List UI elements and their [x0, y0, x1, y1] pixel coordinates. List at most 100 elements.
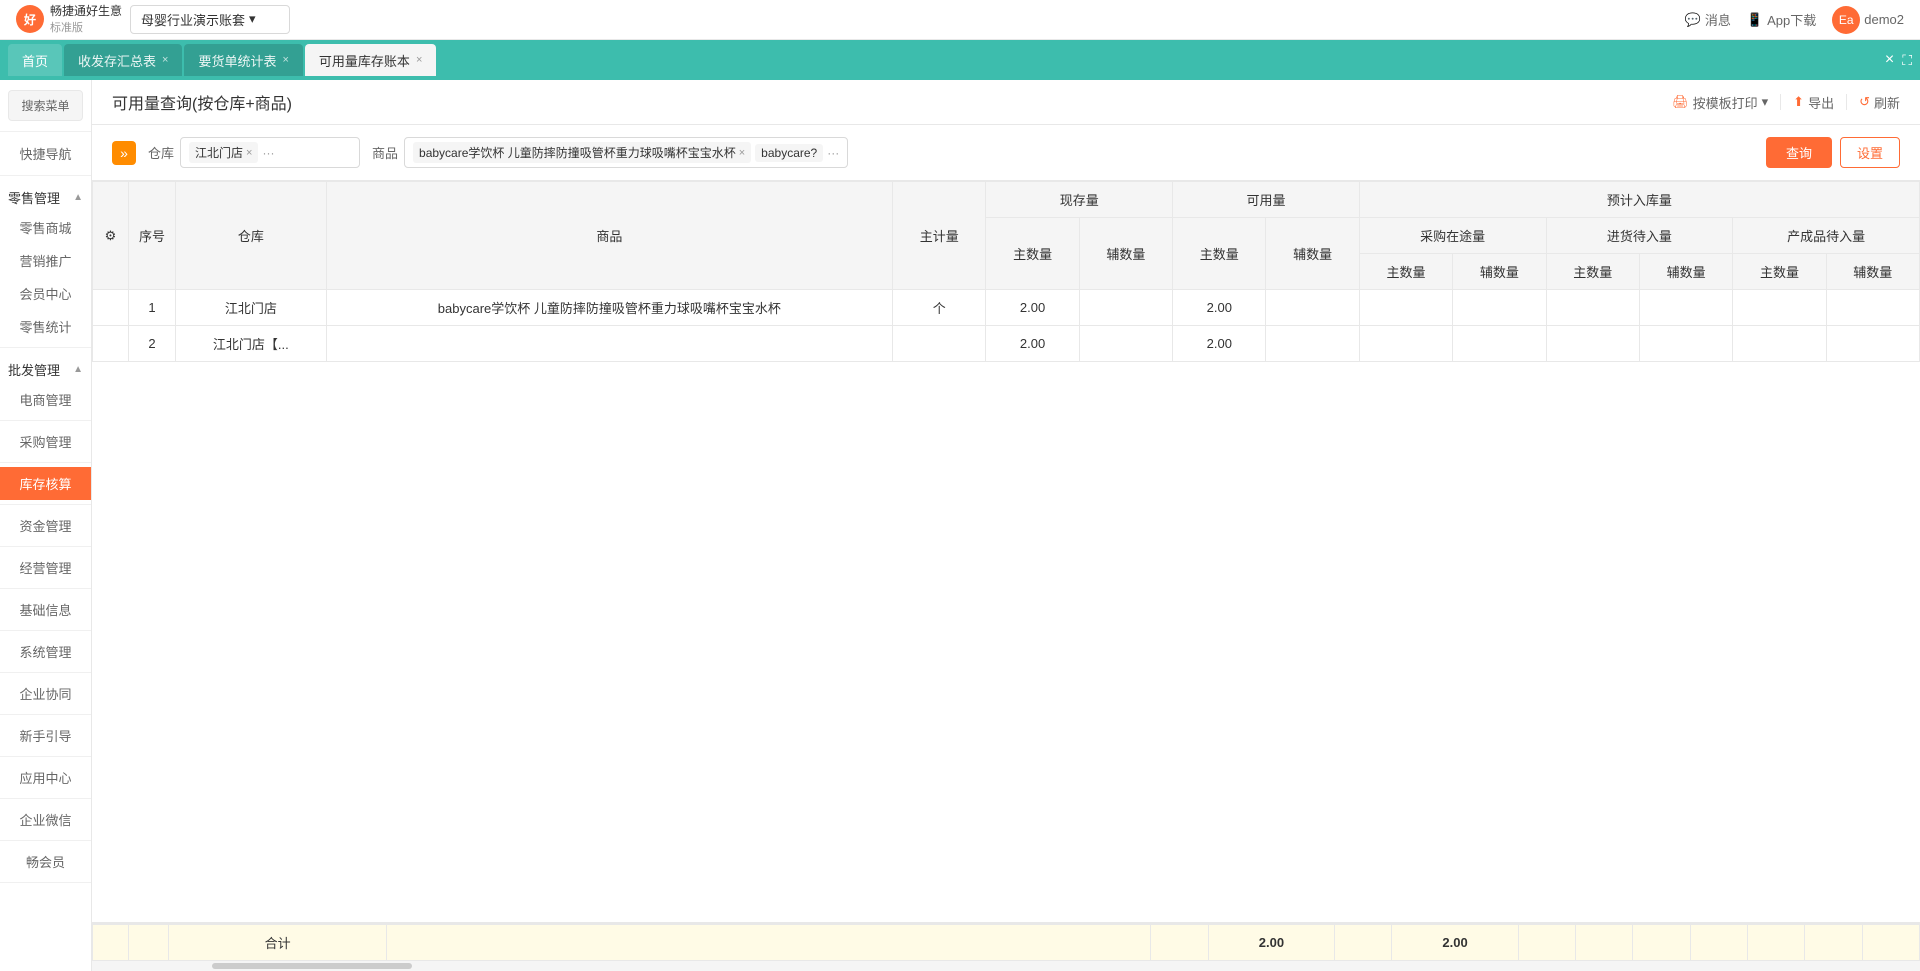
cell-available-main: 2.00: [1173, 290, 1266, 326]
wholesale-expand-icon: ▲: [73, 364, 83, 375]
sidebar-item-appstore[interactable]: 应用中心: [0, 761, 91, 794]
export-button[interactable]: ⬆ 导出: [1793, 93, 1834, 112]
export-label: 导出: [1808, 93, 1834, 112]
tab-home[interactable]: 首页: [8, 44, 62, 76]
sidebar-item-finance[interactable]: 资金管理: [0, 509, 91, 542]
filter-bar: » 仓库 江北门店 × ··· 商品 babycare学饮杯 儿童防摔防撞吸管杯…: [92, 125, 1920, 181]
sidebar-section-system: 系统管理: [0, 631, 91, 673]
th-warehouse: 仓库: [176, 182, 327, 290]
search-menu-button[interactable]: 搜索菜单: [8, 90, 83, 121]
divider-1: [1780, 94, 1781, 110]
sidebar-section-retail-title: 零售管理: [8, 188, 60, 207]
th-stock-aux: 辅数量: [1079, 218, 1172, 290]
sidebar-item-members[interactable]: 会员中心: [0, 277, 91, 310]
cell-available-aux: [1266, 290, 1359, 326]
sidebar-section-enterprise: 企业协同: [0, 673, 91, 715]
warehouse-input[interactable]: 江北门店 × ···: [180, 137, 360, 168]
table-footer: 合计 2.00 2.00: [92, 922, 1920, 971]
product-tag-2: babycare?: [755, 144, 823, 162]
sidebar-section-finance: 资金管理: [0, 505, 91, 547]
message-label: 消息: [1705, 10, 1731, 29]
tab-close-all[interactable]: ×: [1885, 51, 1894, 69]
avatar: Ea: [1832, 6, 1860, 34]
th-purchase-main: 主数量: [1359, 254, 1452, 290]
th-purchase-aux: 辅数量: [1453, 254, 1546, 290]
divider-2: [1846, 94, 1847, 110]
scrollbar-thumb[interactable]: [212, 963, 412, 969]
cell-purchase-aux: [1453, 326, 1546, 362]
sidebar-item-retail-stats[interactable]: 零售统计: [0, 310, 91, 343]
cell-warehouse: 江北门店: [176, 290, 327, 326]
sidebar-item-wechat[interactable]: 企业微信: [0, 803, 91, 836]
sidebar-item-operations[interactable]: 经营管理: [0, 551, 91, 584]
cell-unit: [893, 326, 986, 362]
print-dropdown-icon[interactable]: ▾: [1762, 94, 1769, 110]
footer-purchase-aux: [1633, 925, 1690, 961]
cell-arrival-aux: [1639, 290, 1732, 326]
store-name: 母婴行业演示账套: [141, 10, 245, 29]
th-setting[interactable]: ⚙: [93, 182, 129, 290]
product-label: 商品: [372, 143, 398, 162]
tab-inventory[interactable]: 可用量库存账本 ×: [305, 44, 436, 76]
th-arrival-main: 主数量: [1546, 254, 1639, 290]
product-tag-1: babycare学饮杯 儿童防摔防撞吸管杯重力球吸嘴杯宝宝水杯 ×: [413, 142, 751, 163]
footer-production-main: [1805, 925, 1862, 961]
tab-orders[interactable]: 要货单统计表 ×: [184, 44, 302, 76]
th-stock-main: 主数量: [986, 218, 1079, 290]
sidebar-item-enterprise[interactable]: 企业协同: [0, 677, 91, 710]
expand-button[interactable]: »: [112, 141, 136, 165]
nav-tabs: 首页 收发存汇总表 × 要货单统计表 × 可用量库存账本 × × ⛶: [0, 40, 1920, 80]
sidebar-section-operations: 经营管理: [0, 547, 91, 589]
sidebar-section-wechat: 企业微信: [0, 799, 91, 841]
table-container[interactable]: ⚙ 序号 仓库 商品 主计量 现存量 可用量 预计入库量 主数量 辅数量 主数量…: [92, 181, 1920, 922]
query-button[interactable]: 查询: [1766, 137, 1832, 168]
cell-purchase-aux: [1453, 290, 1546, 326]
product-more[interactable]: ···: [827, 146, 839, 160]
product-tag-1-remove[interactable]: ×: [739, 147, 745, 159]
user-menu[interactable]: Ea demo2: [1832, 6, 1904, 34]
sidebar-item-member[interactable]: 畅会员: [0, 845, 91, 878]
sidebar-item-quick-nav[interactable]: 快捷导航: [0, 136, 91, 171]
footer-empty-3: [387, 925, 1151, 961]
tab-receipts-close[interactable]: ×: [162, 54, 168, 66]
sidebar-item-newbie[interactable]: 新手引导: [0, 719, 91, 752]
sidebar-item-retail-store[interactable]: 零售商城: [0, 211, 91, 244]
cell-available-main: 2.00: [1173, 326, 1266, 362]
print-button[interactable]: 🖨 按模板打印 ▾: [1672, 93, 1768, 112]
logo-sub: 标准版: [50, 19, 122, 35]
sidebar-item-inventory[interactable]: 库存核算: [0, 467, 91, 500]
message-button[interactable]: 💬 消息: [1685, 10, 1731, 29]
warehouse-more[interactable]: ···: [262, 146, 274, 160]
warehouse-tag-remove[interactable]: ×: [246, 147, 252, 159]
refresh-label: 刷新: [1874, 93, 1900, 112]
tab-fullscreen[interactable]: ⛶: [1902, 52, 1912, 69]
sidebar-item-ecommerce[interactable]: 电商管理: [0, 383, 91, 416]
export-icon: ⬆: [1793, 94, 1804, 110]
scrollbar-track[interactable]: [92, 961, 1920, 971]
th-product: 商品: [326, 182, 892, 290]
sidebar-item-basic[interactable]: 基础信息: [0, 593, 91, 626]
th-stock-group: 现存量: [986, 182, 1173, 218]
footer-empty-unit: [1151, 925, 1208, 961]
store-selector[interactable]: 母婴行业演示账套 ▾: [130, 5, 290, 34]
sidebar: 搜索菜单 快捷导航 零售管理 ▲ 零售商城 营销推广 会员中心 零售统计 批发管…: [0, 80, 92, 971]
footer-stock-aux: [1335, 925, 1392, 961]
data-table: ⚙ 序号 仓库 商品 主计量 现存量 可用量 预计入库量 主数量 辅数量 主数量…: [92, 181, 1920, 362]
product-input[interactable]: babycare学饮杯 儿童防摔防撞吸管杯重力球吸嘴杯宝宝水杯 × babyca…: [404, 137, 848, 168]
sidebar-section-inventory: 库存核算: [0, 463, 91, 505]
content-area: 可用量查询(按仓库+商品) 🖨 按模板打印 ▾ ⬆ 导出 ↺ 刷新: [92, 80, 1920, 971]
sidebar-item-marketing[interactable]: 营销推广: [0, 244, 91, 277]
cell-arrival-main: [1546, 290, 1639, 326]
setting-button[interactable]: 设置: [1840, 137, 1900, 168]
sidebar-item-purchase[interactable]: 采购管理: [0, 425, 91, 458]
sidebar-section-retail-header[interactable]: 零售管理 ▲: [0, 180, 91, 211]
sidebar-section-wholesale-header[interactable]: 批发管理 ▲: [0, 352, 91, 383]
footer-stock-main: 2.00: [1208, 925, 1334, 961]
main-layout: 搜索菜单 快捷导航 零售管理 ▲ 零售商城 营销推广 会员中心 零售统计 批发管…: [0, 80, 1920, 971]
sidebar-item-system[interactable]: 系统管理: [0, 635, 91, 668]
refresh-button[interactable]: ↺ 刷新: [1859, 93, 1900, 112]
tab-receipts[interactable]: 收发存汇总表 ×: [64, 44, 182, 76]
tab-orders-close[interactable]: ×: [282, 54, 288, 66]
app-download-button[interactable]: 📱 App下载: [1747, 10, 1816, 29]
tab-inventory-close[interactable]: ×: [416, 54, 422, 66]
